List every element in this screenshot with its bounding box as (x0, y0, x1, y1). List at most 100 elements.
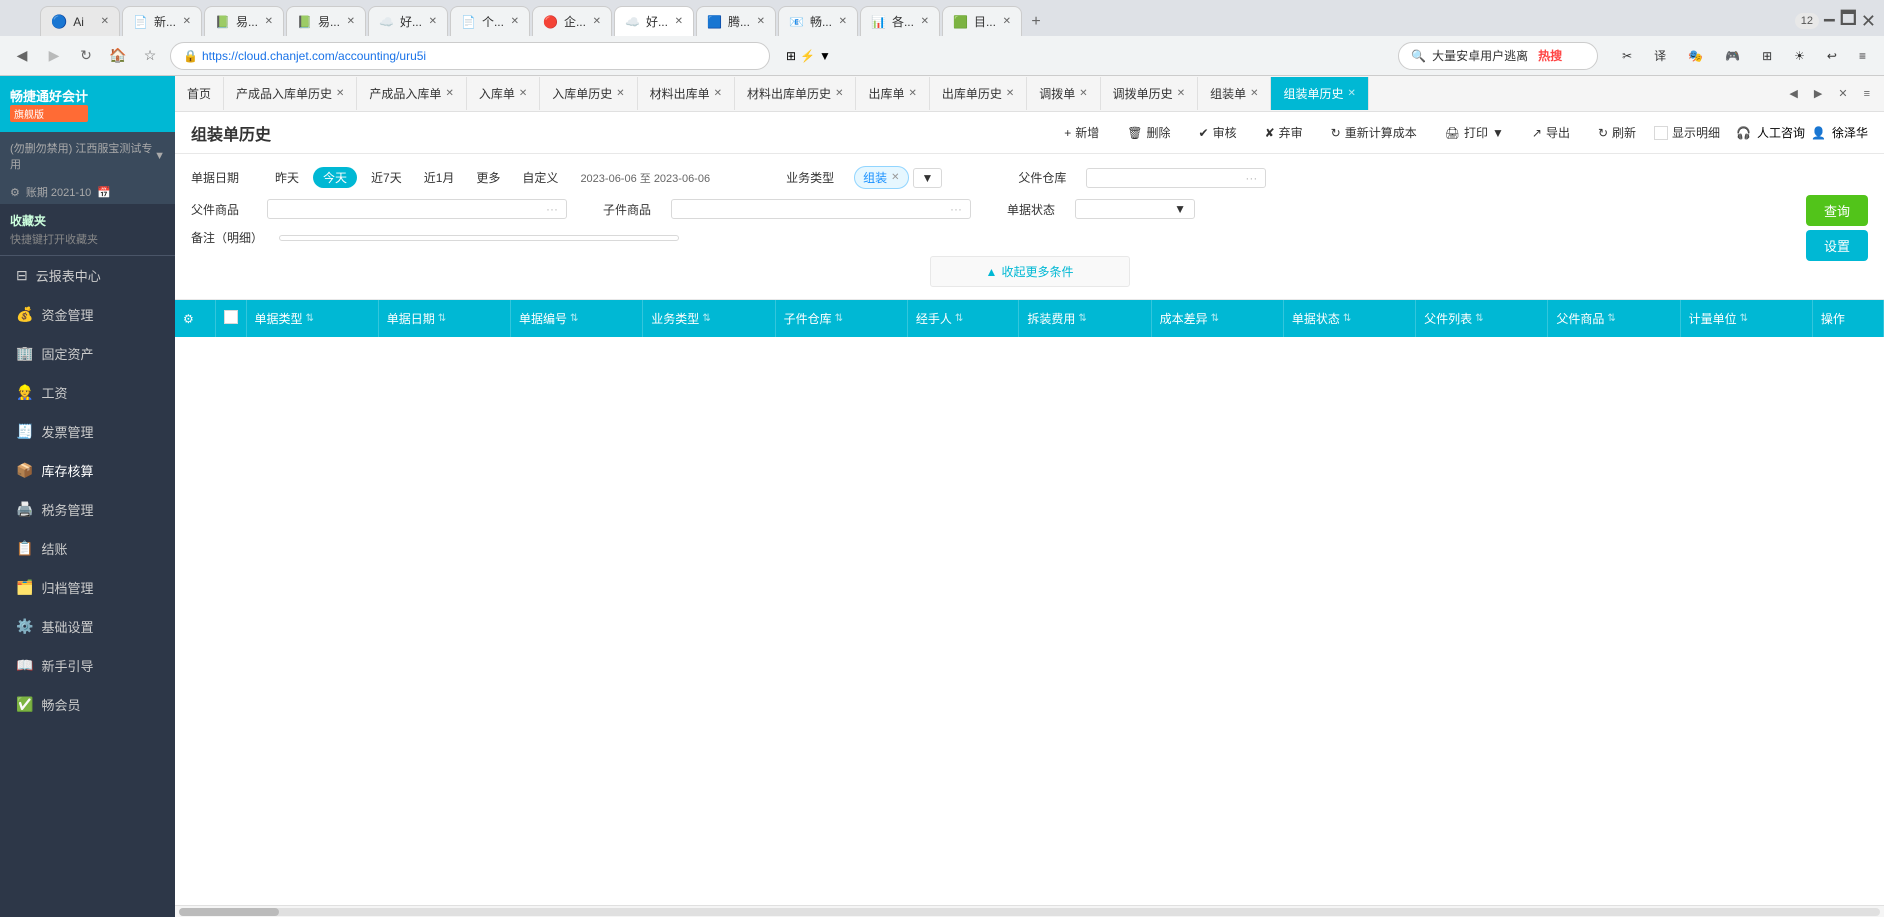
th-settings[interactable]: ⚙ (175, 300, 215, 337)
sidebar-item-invoice[interactable]: 🧾 发票管理 (0, 412, 175, 451)
display-hint-checkbox-area[interactable]: 显示明细 (1654, 124, 1720, 141)
header-checkbox[interactable] (224, 310, 238, 324)
nav-tab-in-history[interactable]: 入库单历史 ✕ (540, 77, 637, 110)
parent-warehouse-input[interactable]: ··· (1086, 168, 1266, 188)
nav-tab-assembly-close[interactable]: ✕ (1250, 88, 1258, 99)
company-selector[interactable]: (勿删勿禁用) 江西服宝测试专用 ▼ (0, 132, 175, 180)
tab-close-all[interactable]: ✕ (1832, 83, 1853, 104)
parent-goods-input[interactable]: ··· (267, 199, 567, 219)
tab-doc1[interactable]: 📄 新... ✕ (122, 6, 202, 36)
undo-icon[interactable]: ↩ (1819, 45, 1845, 67)
tab-teng-close[interactable]: ✕ (757, 16, 765, 27)
game-icon[interactable]: 🎮 (1717, 45, 1748, 67)
tab-doc1-close[interactable]: ✕ (183, 16, 191, 27)
tab-yi2-close[interactable]: ✕ (347, 16, 355, 27)
th-bill-no[interactable]: 单据编号⇅ (511, 300, 643, 337)
nav-tab-transfer-history[interactable]: 调拨单历史 ✕ (1101, 77, 1198, 110)
nav-tab-assembly[interactable]: 组装单 ✕ (1198, 77, 1271, 110)
scissors-icon[interactable]: ✂ (1614, 45, 1640, 67)
remarks-input[interactable] (279, 235, 679, 241)
restore-btn[interactable]: 🗕 (1823, 6, 1836, 36)
sidebar-item-assets[interactable]: 🏢 固定资产 (0, 334, 175, 373)
tab-ge-close[interactable]: ✕ (511, 16, 519, 27)
tab-hao1-close[interactable]: ✕ (429, 16, 437, 27)
emoji-icon[interactable]: 🎭 (1680, 45, 1711, 67)
nav-tab-product-history[interactable]: 产成品入库单历史 ✕ (224, 77, 357, 110)
refresh-button[interactable]: ↻ 刷新 (1588, 120, 1646, 145)
th-biz-type[interactable]: 业务类型⇅ (643, 300, 775, 337)
th-bill-type[interactable]: 单据类型⇅ (246, 300, 378, 337)
biz-type-tag-close[interactable]: ✕ (891, 172, 899, 183)
tab-chang[interactable]: 📧 畅... ✕ (778, 6, 858, 36)
nav-tab-assembly-history-close[interactable]: ✕ (1348, 88, 1356, 99)
tab-yi2[interactable]: 📗 易... ✕ (286, 6, 366, 36)
nav-tab-material-out-history[interactable]: 材料出库单历史 ✕ (735, 77, 856, 110)
nav-tab-product-in[interactable]: 产成品入库单 ✕ (357, 77, 466, 110)
th-bill-status[interactable]: 单据状态⇅ (1283, 300, 1415, 337)
date-btn-more[interactable]: 更多 (468, 167, 508, 188)
collapse-button[interactable]: ▲ 收起更多条件 (930, 256, 1130, 287)
tab-ge2-close[interactable]: ✕ (921, 16, 929, 27)
qr-icon[interactable]: ⊞ (786, 49, 796, 63)
nav-tab-assembly-history[interactable]: 组装单历史 ✕ (1271, 77, 1368, 110)
sidebar-item-salary[interactable]: 👷 工资 (0, 373, 175, 412)
nav-tab-transfer-history-close[interactable]: ✕ (1177, 88, 1185, 99)
tab-teng[interactable]: 🟦 腾... ✕ (696, 6, 776, 36)
nav-tab-home[interactable]: 首页 (175, 77, 224, 110)
child-goods-input[interactable]: ··· (671, 199, 971, 219)
sidebar-item-archive[interactable]: 🗂️ 归档管理 (0, 568, 175, 607)
export-button[interactable]: ↗ 导出 (1522, 120, 1580, 145)
close-btn[interactable]: ✕ (1861, 11, 1876, 32)
display-hint-checkbox[interactable] (1654, 126, 1668, 140)
tab-ge2[interactable]: 📊 各... ✕ (860, 6, 940, 36)
tab-hao1[interactable]: ☁️ 好... ✕ (368, 6, 448, 36)
sidebar-item-funds[interactable]: 💰 资金管理 (0, 295, 175, 334)
tab-ai[interactable]: 🔵 Ai ✕ (40, 6, 120, 36)
new-button[interactable]: + 新增 (1054, 120, 1109, 145)
bookmark-button[interactable]: ☆ (138, 44, 162, 68)
tab-hao2[interactable]: ☁️ 好... ✕ (614, 6, 694, 36)
delete-button[interactable]: 🗑 删除 (1117, 120, 1180, 145)
th-child-warehouse[interactable]: 子件仓库⇅ (775, 300, 907, 337)
nav-tab-material-out[interactable]: 材料出库单 ✕ (638, 77, 735, 110)
nav-tab-material-out-history-close[interactable]: ✕ (835, 88, 843, 99)
nav-tab-transfer-close[interactable]: ✕ (1079, 88, 1087, 99)
grid-icon[interactable]: ⊞ (1754, 45, 1780, 67)
th-parent-list[interactable]: 父件列表⇅ (1416, 300, 1548, 337)
address-bar[interactable]: 🔒 https://cloud.chanjet.com/accounting/u… (170, 42, 770, 70)
nav-tab-transfer[interactable]: 调拨单 ✕ (1027, 77, 1100, 110)
maximize-btn[interactable]: 🗖 (1840, 6, 1857, 36)
nav-tab-in[interactable]: 入库单 ✕ (467, 77, 540, 110)
nav-tab-product-in-close[interactable]: ✕ (445, 88, 453, 99)
date-btn-today[interactable]: 今天 (313, 167, 357, 188)
refresh-browser-button[interactable]: ↻ (74, 44, 98, 68)
menu-icon[interactable]: ≡ (1851, 45, 1874, 67)
tab-left-arrow[interactable]: ◀ (1783, 83, 1803, 104)
date-btn-1month[interactable]: 近1月 (416, 167, 463, 188)
tab-qi[interactable]: 🔴 企... ✕ (532, 6, 612, 36)
tab-ge[interactable]: 📄 个... ✕ (450, 6, 530, 36)
tab-ai-close[interactable]: ✕ (101, 16, 109, 27)
nav-tab-product-history-close[interactable]: ✕ (336, 88, 344, 99)
sun-icon[interactable]: ☀ (1786, 45, 1813, 67)
sidebar-item-tax[interactable]: 🖨️ 税务管理 (0, 490, 175, 529)
date-btn-yesterday[interactable]: 昨天 (267, 167, 307, 188)
nav-tab-out-history[interactable]: 出库单历史 ✕ (930, 77, 1027, 110)
horizontal-scrollbar[interactable] (175, 905, 1884, 917)
sidebar-item-inventory[interactable]: 📦 库存核算 (0, 451, 175, 490)
audit-button[interactable]: ✔ 审核 (1189, 120, 1247, 145)
sidebar-item-settlement[interactable]: 📋 结账 (0, 529, 175, 568)
date-btn-7days[interactable]: 近7天 (363, 167, 410, 188)
new-tab-button[interactable]: + (1022, 8, 1050, 36)
th-parent-goods[interactable]: 父件商品⇅ (1548, 300, 1680, 337)
settings-button[interactable]: 设置 (1806, 230, 1868, 261)
back-button[interactable]: ◀ (10, 44, 34, 68)
nav-tab-in-close[interactable]: ✕ (519, 88, 527, 99)
tab-yi1[interactable]: 📗 易... ✕ (204, 6, 284, 36)
tab-chang-close[interactable]: ✕ (839, 16, 847, 27)
tab-hao2-close[interactable]: ✕ (675, 16, 683, 27)
tab-qi-close[interactable]: ✕ (593, 16, 601, 27)
sidebar-item-reports[interactable]: ⊟ 云报表中心 (0, 256, 175, 295)
print-button[interactable]: 🖨 打印 ▼ (1435, 120, 1514, 145)
th-handler[interactable]: 经手人⇅ (907, 300, 1018, 337)
